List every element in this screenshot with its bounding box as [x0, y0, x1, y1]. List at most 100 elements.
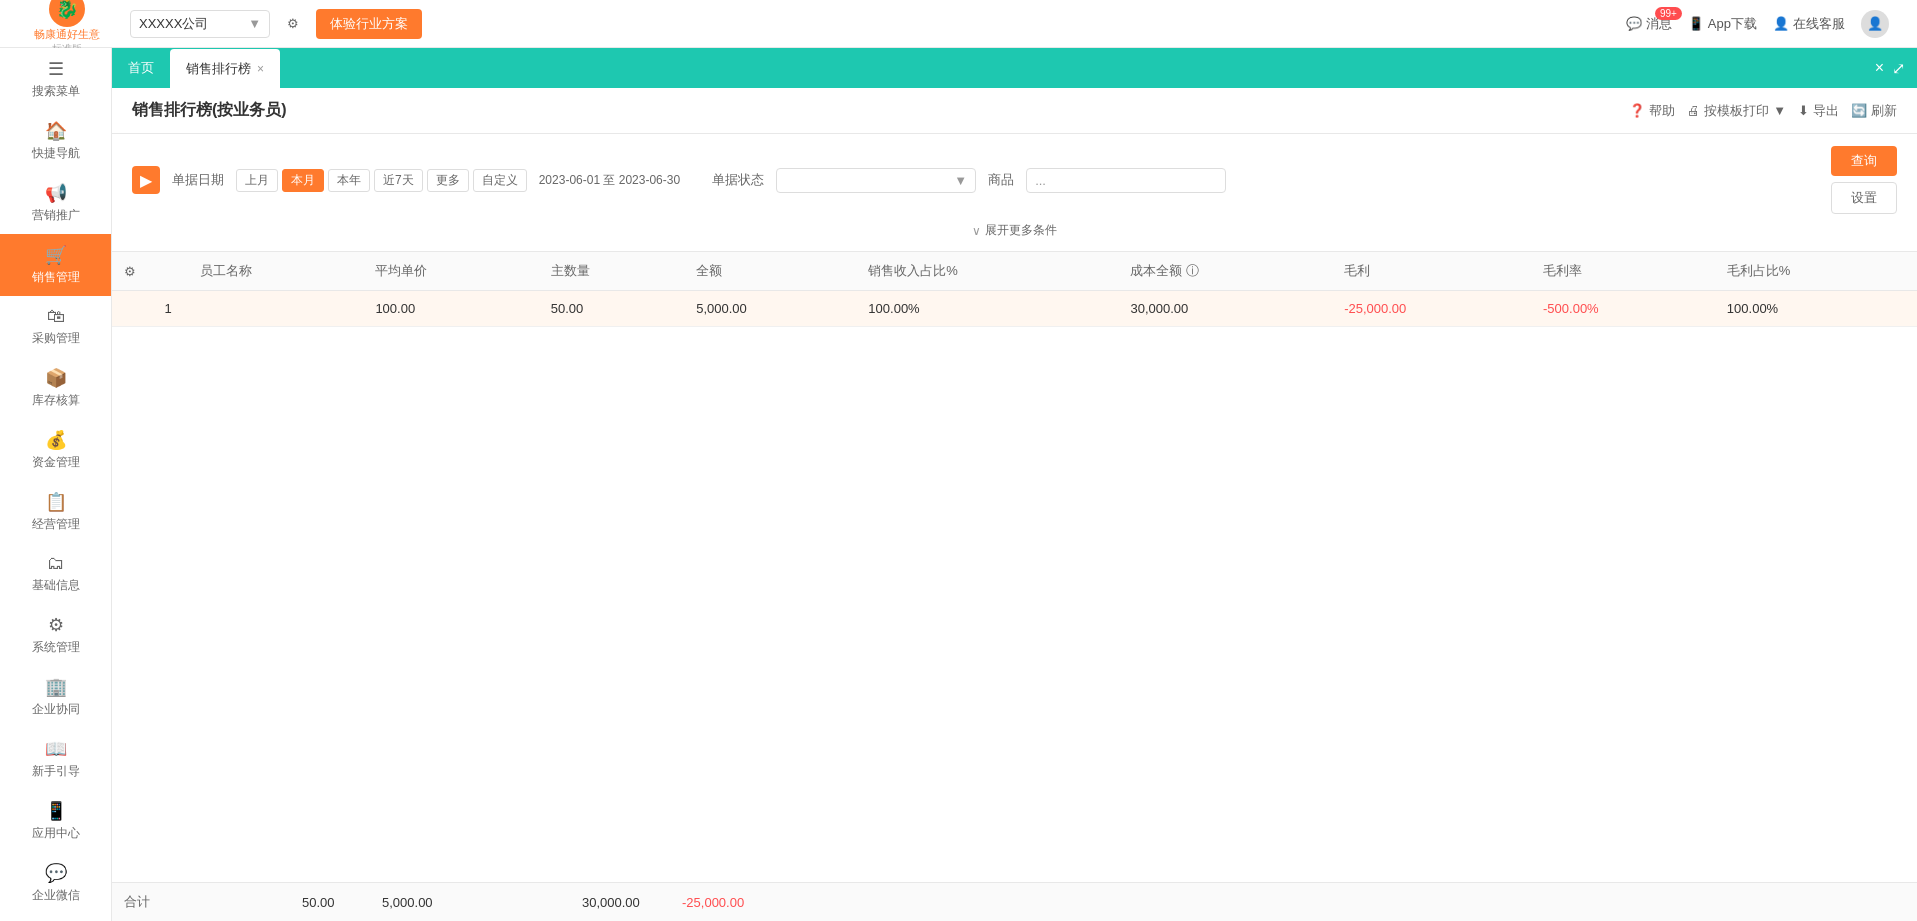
sidebar-item-operations[interactable]: 📋 经营管理 [0, 481, 111, 543]
sidebar-label-purchase: 采购管理 [32, 330, 80, 347]
sidebar-item-vip[interactable]: V 畅会员 [0, 914, 111, 921]
sidebar-label-search: 搜索菜单 [32, 83, 80, 100]
refresh-btn[interactable]: 🔄 刷新 [1851, 102, 1897, 120]
date-btn-this-month[interactable]: 本月 [282, 169, 324, 192]
avatar[interactable]: 👤 [1861, 10, 1889, 38]
date-btn-custom[interactable]: 自定义 [473, 169, 527, 192]
col-cost: 成本全额 ⓘ [1118, 252, 1332, 291]
date-btn-this-year[interactable]: 本年 [328, 169, 370, 192]
online-service-btn[interactable]: 👤 在线客服 [1773, 15, 1845, 33]
baseinfo-icon: 🗂 [47, 553, 65, 574]
footer-cost: 30,000.00 [570, 895, 670, 910]
footer-avg-price [210, 895, 290, 910]
settings-icon[interactable]: ⚙ [278, 9, 308, 39]
top-right-actions: 💬 消息 99+ 📱 App下载 👤 在线客服 👤 [1626, 10, 1905, 38]
logo-title: 畅康通好生意 [34, 27, 100, 42]
col-settings[interactable]: ⚙ [112, 252, 148, 291]
sidebar-item-quicknav[interactable]: 🏠 快捷导航 [0, 110, 111, 172]
table-row: 1 100.00 50.00 5,000.00 100.00% 30,000.0… [112, 291, 1917, 327]
filter-toggle-icon[interactable]: ▶ [132, 166, 160, 194]
sidebar-label-enterprise: 企业协同 [32, 701, 80, 718]
app-download-btn[interactable]: 📱 App下载 [1688, 15, 1757, 33]
sidebar-item-finance[interactable]: 💰 资金管理 [0, 419, 111, 481]
goods-label: 商品 [988, 171, 1014, 189]
sidebar-item-marketing[interactable]: 📢 营销推广 [0, 172, 111, 234]
status-label: 单据状态 [712, 171, 764, 189]
fullscreen-icon[interactable]: ⤢ [1892, 59, 1905, 78]
company-name: XXXXX公司 [139, 15, 242, 33]
template-print-label: 按模板打印 [1704, 102, 1769, 120]
expand-more[interactable]: ∨ 展开更多条件 [132, 222, 1897, 239]
footer-amount: 5,000.00 [370, 895, 470, 910]
inventory-icon: 📦 [45, 367, 67, 389]
status-dropdown-icon: ▼ [954, 173, 967, 188]
tab-home-label: 首页 [128, 59, 154, 77]
row-avg-price: 100.00 [363, 291, 538, 327]
row-cost: 30,000.00 [1118, 291, 1332, 327]
sidebar-item-system[interactable]: ⚙ 系统管理 [0, 604, 111, 666]
main-layout: ☰ 搜索菜单 🏠 快捷导航 📢 营销推广 🛒 销售管理 🛍 采购管理 📦 库存核… [0, 48, 1917, 921]
sidebar-item-baseinfo[interactable]: 🗂 基础信息 [0, 543, 111, 604]
tab-close-icon[interactable]: × [257, 62, 264, 76]
template-print-btn[interactable]: 🖨 按模板打印 ▼ [1687, 102, 1786, 120]
industry-btn[interactable]: 体验行业方案 [316, 9, 422, 39]
sidebar-label-finance: 资金管理 [32, 454, 80, 471]
sidebar-item-appcenter[interactable]: 📱 应用中心 [0, 790, 111, 852]
sidebar-item-guide[interactable]: 📖 新手引导 [0, 728, 111, 790]
print-dropdown-icon: ▼ [1773, 103, 1786, 118]
export-btn[interactable]: ⬇ 导出 [1798, 102, 1839, 120]
page-content: 销售排行榜(按业务员) ❓ 帮助 🖨 按模板打印 ▼ ⬇ 导出 [112, 88, 1917, 921]
window-close-icon[interactable]: × [1875, 59, 1884, 77]
sidebar-label-marketing: 营销推广 [32, 207, 80, 224]
filter-actions: 查询 设置 [1831, 146, 1897, 214]
help-btn[interactable]: ❓ 帮助 [1629, 102, 1675, 120]
online-service-label: 在线客服 [1793, 15, 1845, 33]
sidebar-label-system: 系统管理 [32, 639, 80, 656]
sidebar-item-wechat[interactable]: 💬 企业微信 [0, 852, 111, 914]
date-btn-last-month[interactable]: 上月 [236, 169, 278, 192]
row-rank: 1 [148, 291, 188, 327]
col-employee: 员工名称 [188, 252, 363, 291]
tab-home[interactable]: 首页 [112, 48, 170, 88]
help-label: 帮助 [1649, 102, 1675, 120]
sidebar-item-purchase[interactable]: 🛍 采购管理 [0, 296, 111, 357]
table-wrapper: ⚙ 员工名称 平均单价 主数量 全额 销售收入占比% 成本全额 ⓘ 毛利 毛利率… [112, 252, 1917, 882]
tab-bar-right: × ⤢ [1875, 59, 1917, 78]
status-select[interactable]: ▼ [776, 168, 976, 193]
row-sales-pct: 100.00% [856, 291, 1118, 327]
goods-more-icon[interactable]: ... [1035, 173, 1046, 188]
col-amount: 全额 [684, 252, 856, 291]
row-employee [188, 291, 363, 327]
chevron-down-icon: ∨ [972, 224, 981, 238]
home-icon: 🏠 [45, 120, 67, 142]
date-buttons: 上月 本月 本年 近7天 更多 自定义 [236, 169, 527, 192]
filter-row: ▶ 单据日期 上月 本月 本年 近7天 更多 自定义 2023-06-01 至 … [132, 146, 1897, 214]
row-main-qty: 50.00 [539, 291, 684, 327]
tab-sales-rank-label: 销售排行榜 [186, 60, 251, 78]
footer-values: 50.00 5,000.00 30,000.00 -25,000.00 [210, 895, 1905, 910]
sidebar-label-quicknav: 快捷导航 [32, 145, 80, 162]
sidebar-item-inventory[interactable]: 📦 库存核算 [0, 357, 111, 419]
sidebar-item-search[interactable]: ☰ 搜索菜单 [0, 48, 111, 110]
sidebar-item-enterprise[interactable]: 🏢 企业协同 [0, 666, 111, 728]
service-icon: 👤 [1773, 16, 1789, 31]
operations-icon: 📋 [45, 491, 67, 513]
row-profit-rate: -500.00% [1531, 291, 1715, 327]
goods-input[interactable]: ... [1026, 168, 1226, 193]
sidebar-item-sales[interactable]: 🛒 销售管理 [0, 234, 111, 296]
footer-label: 合计 [124, 893, 150, 911]
sidebar-label-operations: 经营管理 [32, 516, 80, 533]
sidebar-label-appcenter: 应用中心 [32, 825, 80, 842]
row-amount: 5,000.00 [684, 291, 856, 327]
expand-more-label: 展开更多条件 [985, 222, 1057, 239]
page-header: 销售排行榜(按业务员) ❓ 帮助 🖨 按模板打印 ▼ ⬇ 导出 [112, 88, 1917, 134]
tab-sales-rank[interactable]: 销售排行榜 × [170, 49, 280, 89]
date-btn-7days[interactable]: 近7天 [374, 169, 423, 192]
company-selector[interactable]: XXXXX公司 ▼ [130, 10, 270, 38]
filter-settings-btn[interactable]: 设置 [1831, 182, 1897, 214]
message-btn[interactable]: 💬 消息 99+ [1626, 15, 1672, 33]
date-btn-more[interactable]: 更多 [427, 169, 469, 192]
refresh-icon: 🔄 [1851, 103, 1867, 118]
row-profit-pct: 100.00% [1715, 291, 1917, 327]
query-btn[interactable]: 查询 [1831, 146, 1897, 176]
